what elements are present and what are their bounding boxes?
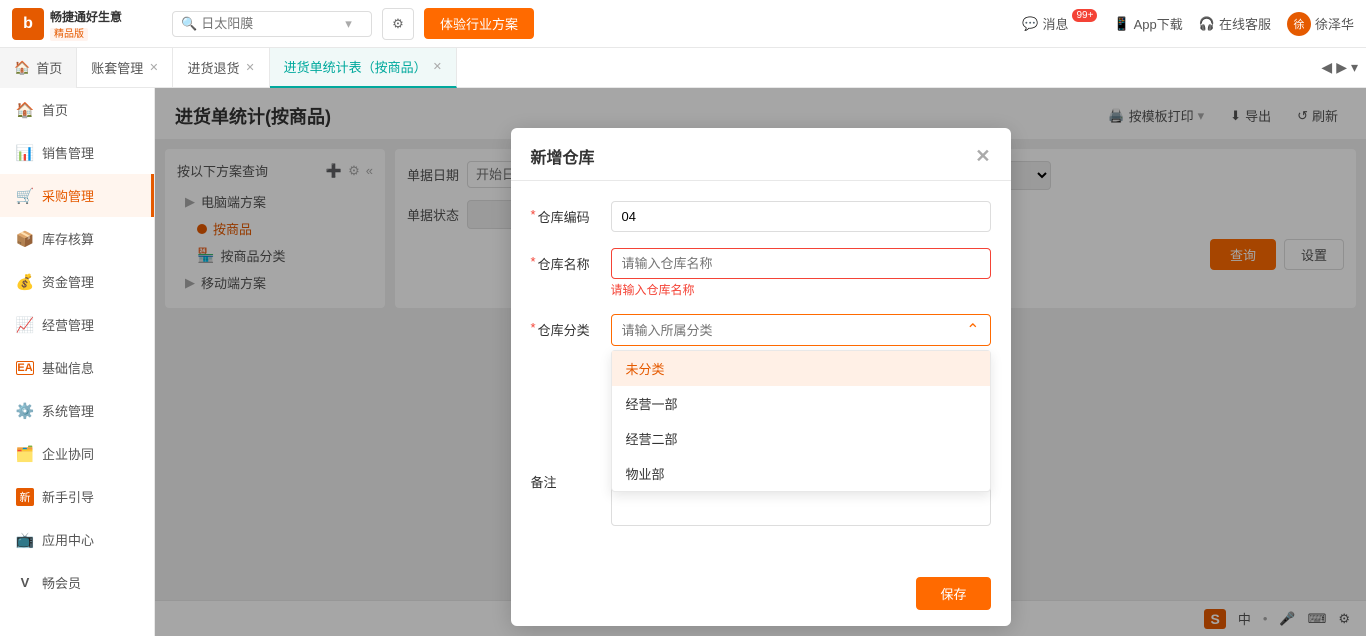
inventory-icon: 📦 — [16, 230, 34, 248]
sidebar-item-system[interactable]: ⚙️ 系统管理 — [0, 389, 154, 432]
basic-info-icon: EA — [16, 361, 34, 375]
dropdown-item-dept2[interactable]: 经营二部 — [612, 421, 990, 456]
finance-icon: 💰 — [16, 273, 34, 291]
trial-button[interactable]: 体验行业方案 — [424, 8, 534, 39]
dialog-close-button[interactable]: ✕ — [975, 146, 990, 167]
message-item[interactable]: 💬 消息 99+ — [1022, 14, 1097, 33]
sidebar-item-business[interactable]: 📈 经营管理 — [0, 303, 154, 346]
tab-purchase-stats[interactable]: 进货单统计表（按商品） ✕ — [270, 48, 457, 88]
sidebar-item-home[interactable]: 🏠 首页 — [0, 88, 154, 131]
tab-bar: 🏠 首页 账套管理 ✕ 进货退货 ✕ 进货单统计表（按商品） ✕ ◀ ▶ ▾ — [0, 48, 1366, 88]
category-toggle-icon[interactable]: ⌃ — [966, 320, 979, 340]
sidebar-item-purchase[interactable]: 🛒 采购管理 — [0, 174, 154, 217]
header-right: 💬 消息 99+ 📱 App下载 🎧 在线客服 徐 徐泽华 — [1022, 12, 1354, 36]
tab-controls: ◀ ▶ ▾ — [1313, 59, 1366, 76]
memo-label: 备注 — [531, 466, 611, 491]
code-input-wrap — [611, 201, 991, 232]
sidebar-item-member[interactable]: V 畅会员 — [0, 561, 154, 604]
dropdown-item-dept1[interactable]: 经营一部 — [612, 386, 990, 421]
business-icon: 📈 — [16, 316, 34, 334]
dialog-footer: 保存 — [511, 565, 1011, 626]
name-error-msg: 请输入仓库名称 — [611, 281, 991, 298]
sidebar-item-guide[interactable]: 新 新手引导 — [0, 475, 154, 518]
headset-icon: 🎧 — [1199, 16, 1215, 32]
tab-close-purchase-return[interactable]: ✕ — [245, 61, 254, 74]
logo-icon: b — [12, 8, 44, 40]
logo-badge: 精品版 — [50, 28, 88, 41]
category-input[interactable] — [622, 323, 967, 338]
sidebar: 🏠 首页 📊 销售管理 🛒 采购管理 📦 库存核算 💰 资金管理 📈 经营管理 … — [0, 88, 155, 636]
code-field-row: * 仓库编码 — [531, 201, 991, 232]
search-area[interactable]: 🔍 ▾ — [172, 11, 372, 37]
sales-icon: 📊 — [16, 144, 34, 162]
sidebar-item-collab[interactable]: 🗂️ 企业协同 — [0, 432, 154, 475]
main-layout: 🏠 首页 📊 销售管理 🛒 采购管理 📦 库存核算 💰 资金管理 📈 经营管理 … — [0, 88, 1366, 636]
home-sidebar-icon: 🏠 — [16, 101, 34, 119]
user-item[interactable]: 徐 徐泽华 — [1287, 12, 1354, 36]
code-label: * 仓库编码 — [531, 201, 611, 226]
category-dropdown: 未分类 经营一部 经营二部 物业部 — [611, 350, 991, 492]
sidebar-item-finance[interactable]: 💰 资金管理 — [0, 260, 154, 303]
tab-next[interactable]: ▶ — [1336, 59, 1347, 76]
logo-text: 畅捷通好生意 精品版 — [50, 8, 122, 40]
content-area: 进货单统计(按商品) 🖨️ 按模板打印 ▾ ⬇ 导出 ↺ 刷新 — [155, 88, 1366, 636]
appstore-icon: 📺 — [16, 531, 34, 549]
search-icon: 🔍 — [181, 16, 197, 32]
member-icon: V — [16, 574, 34, 592]
sidebar-item-sales[interactable]: 📊 销售管理 — [0, 131, 154, 174]
dialog-title: 新增仓库 — [531, 144, 595, 168]
message-icon: 💬 — [1022, 16, 1038, 32]
gear-button[interactable]: ⚙ — [382, 8, 414, 40]
add-warehouse-dialog: 新增仓库 ✕ * 仓库编码 — [511, 128, 1011, 626]
category-select-wrap[interactable]: ⌃ — [611, 314, 991, 346]
purchase-icon: 🛒 — [16, 187, 34, 205]
sidebar-item-appstore[interactable]: 📺 应用中心 — [0, 518, 154, 561]
category-field-row: * 仓库分类 ⌃ 未分类 经营一部 经 — [531, 314, 991, 346]
name-field-row: * 仓库名称 请输入仓库名称 — [531, 248, 991, 298]
tab-purchase-return[interactable]: 进货退货 ✕ — [173, 48, 269, 88]
collab-icon: 🗂️ — [16, 445, 34, 463]
name-input-wrap: 请输入仓库名称 — [611, 248, 991, 298]
dropdown-item-dept3[interactable]: 物业部 — [612, 456, 990, 491]
category-input-wrap: ⌃ 未分类 经营一部 经营二部 物业部 — [611, 314, 991, 346]
message-badge: 99+ — [1072, 9, 1097, 22]
home-icon: 🏠 — [14, 60, 30, 76]
avatar: 徐 — [1287, 12, 1311, 36]
logo-area: b 畅捷通好生意 精品版 — [12, 8, 162, 40]
tab-menu[interactable]: ▾ — [1351, 59, 1358, 76]
search-input[interactable] — [201, 16, 341, 31]
name-label: * 仓库名称 — [531, 248, 611, 273]
tab-close-purchase-stats[interactable]: ✕ — [433, 60, 442, 73]
sidebar-item-inventory[interactable]: 📦 库存核算 — [0, 217, 154, 260]
top-header: b 畅捷通好生意 精品版 🔍 ▾ ⚙ 体验行业方案 💬 消息 99+ 📱 App… — [0, 0, 1366, 48]
guide-icon: 新 — [16, 488, 34, 506]
dropdown-item-uncategorized[interactable]: 未分类 — [612, 351, 990, 386]
tab-prev[interactable]: ◀ — [1321, 59, 1332, 76]
dialog-body: * 仓库编码 * 仓库名称 — [511, 181, 1011, 565]
category-label: * 仓库分类 — [531, 314, 611, 339]
tab-home[interactable]: 🏠 首页 — [0, 48, 77, 88]
sidebar-item-basic-info[interactable]: EA 基础信息 — [0, 346, 154, 389]
save-button[interactable]: 保存 — [916, 577, 990, 610]
tab-close-accounts[interactable]: ✕ — [149, 61, 158, 74]
system-icon: ⚙️ — [16, 402, 34, 420]
dialog-header: 新增仓库 ✕ — [511, 128, 1011, 181]
code-input[interactable] — [611, 201, 991, 232]
tab-accounts[interactable]: 账套管理 ✕ — [77, 48, 173, 88]
app-download-item[interactable]: 📱 App下载 — [1113, 14, 1182, 33]
dropdown-icon: ▾ — [345, 16, 352, 32]
name-input[interactable] — [611, 248, 991, 279]
modal-overlay[interactable]: 新增仓库 ✕ * 仓库编码 — [155, 88, 1366, 636]
online-service-item[interactable]: 🎧 在线客服 — [1199, 14, 1271, 33]
mobile-icon: 📱 — [1113, 16, 1129, 32]
